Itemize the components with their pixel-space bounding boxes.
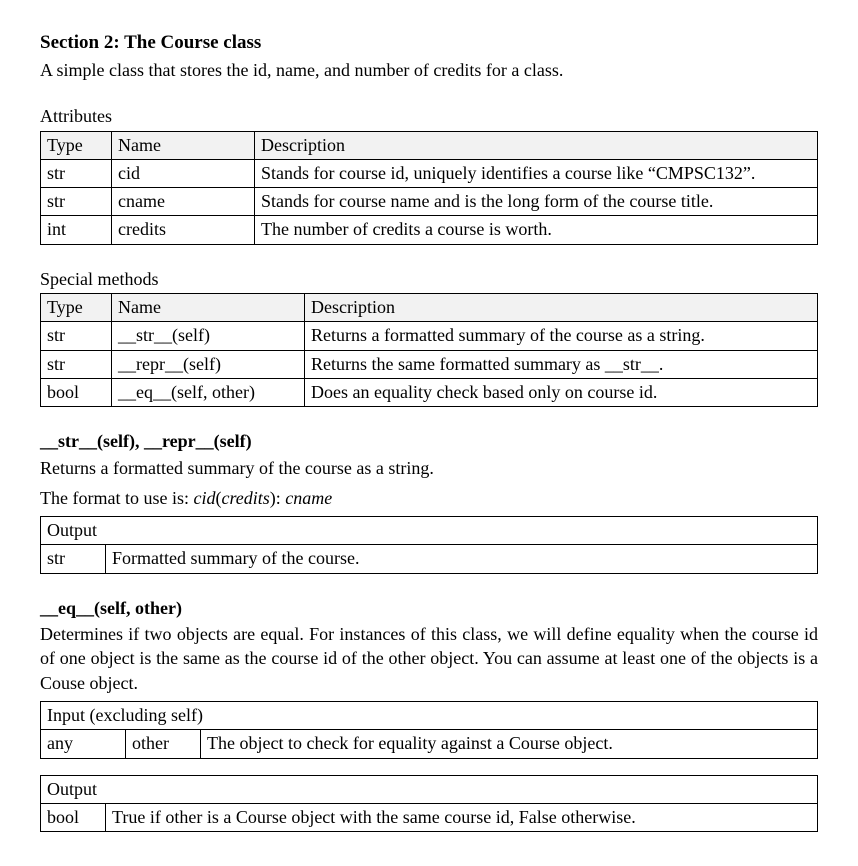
col-name: Name: [112, 294, 305, 322]
cell-desc: Returns a formatted summary of the cours…: [305, 322, 818, 350]
cell-name: other: [126, 730, 201, 758]
table-row: bool True if other is a Course object wi…: [41, 803, 818, 831]
cell-type: str: [41, 188, 112, 216]
input-header: Input (excluding self): [41, 701, 818, 729]
col-desc: Description: [255, 131, 818, 159]
format-cid: cid: [193, 488, 215, 508]
section-intro: A simple class that stores the id, name,…: [40, 58, 818, 82]
table-row: str __repr__(self) Returns the same form…: [41, 350, 818, 378]
str-repr-signature: __str__(self), __repr__(self): [40, 429, 818, 453]
cell-desc: The number of credits a course is worth.: [255, 216, 818, 244]
cell-desc: Stands for course id, uniquely identifie…: [255, 159, 818, 187]
col-type: Type: [41, 131, 112, 159]
output-header: Output: [41, 775, 818, 803]
cell-type: str: [41, 159, 112, 187]
attributes-heading: Attributes: [40, 104, 818, 128]
cell-type: bool: [41, 378, 112, 406]
cell-name: __eq__(self, other): [112, 378, 305, 406]
cell-type: str: [41, 545, 106, 573]
cell-desc: Returns the same formatted summary as __…: [305, 350, 818, 378]
output-header: Output: [41, 517, 818, 545]
cell-name: __repr__(self): [112, 350, 305, 378]
table-row: str cid Stands for course id, uniquely i…: [41, 159, 818, 187]
cell-type: any: [41, 730, 126, 758]
cell-name: cid: [112, 159, 255, 187]
col-desc: Description: [305, 294, 818, 322]
table-row: bool __eq__(self, other) Does an equalit…: [41, 378, 818, 406]
col-name: Name: [112, 131, 255, 159]
eq-signature: __eq__(self, other): [40, 596, 818, 620]
cell-name: credits: [112, 216, 255, 244]
table-header-row: Output: [41, 775, 818, 803]
table-header-row: Type Name Description: [41, 131, 818, 159]
table-header-row: Input (excluding self): [41, 701, 818, 729]
cell-desc: True if other is a Course object with th…: [106, 803, 818, 831]
str-output-table: Output str Formatted summary of the cour…: [40, 516, 818, 574]
str-repr-desc-2: The format to use is: cid(credits): cnam…: [40, 486, 818, 510]
col-type: Type: [41, 294, 112, 322]
cell-type: int: [41, 216, 112, 244]
text: ):: [270, 488, 286, 508]
eq-output-table: Output bool True if other is a Course ob…: [40, 775, 818, 833]
table-header-row: Output: [41, 517, 818, 545]
cell-name: __str__(self): [112, 322, 305, 350]
table-row: str Formatted summary of the course.: [41, 545, 818, 573]
methods-heading: Special methods: [40, 267, 818, 291]
cell-desc: The object to check for equality against…: [201, 730, 818, 758]
attributes-table: Type Name Description str cid Stands for…: [40, 131, 818, 245]
eq-input-table: Input (excluding self) any other The obj…: [40, 701, 818, 759]
cell-type: bool: [41, 803, 106, 831]
cell-desc: Does an equality check based only on cou…: [305, 378, 818, 406]
table-row: str __str__(self) Returns a formatted su…: [41, 322, 818, 350]
cell-desc: Formatted summary of the course.: [106, 545, 818, 573]
format-cname: cname: [285, 488, 332, 508]
cell-desc: Stands for course name and is the long f…: [255, 188, 818, 216]
table-row: int credits The number of credits a cour…: [41, 216, 818, 244]
section-title: Section 2: The Course class: [40, 32, 818, 54]
cell-type: str: [41, 350, 112, 378]
str-repr-desc-1: Returns a formatted summary of the cours…: [40, 456, 818, 480]
format-credits: credits: [221, 488, 269, 508]
table-header-row: Type Name Description: [41, 294, 818, 322]
table-row: any other The object to check for equali…: [41, 730, 818, 758]
eq-desc: Determines if two objects are equal. For…: [40, 622, 818, 695]
cell-type: str: [41, 322, 112, 350]
text: The format to use is:: [40, 488, 193, 508]
cell-name: cname: [112, 188, 255, 216]
methods-table: Type Name Description str __str__(self) …: [40, 293, 818, 407]
table-row: str cname Stands for course name and is …: [41, 188, 818, 216]
